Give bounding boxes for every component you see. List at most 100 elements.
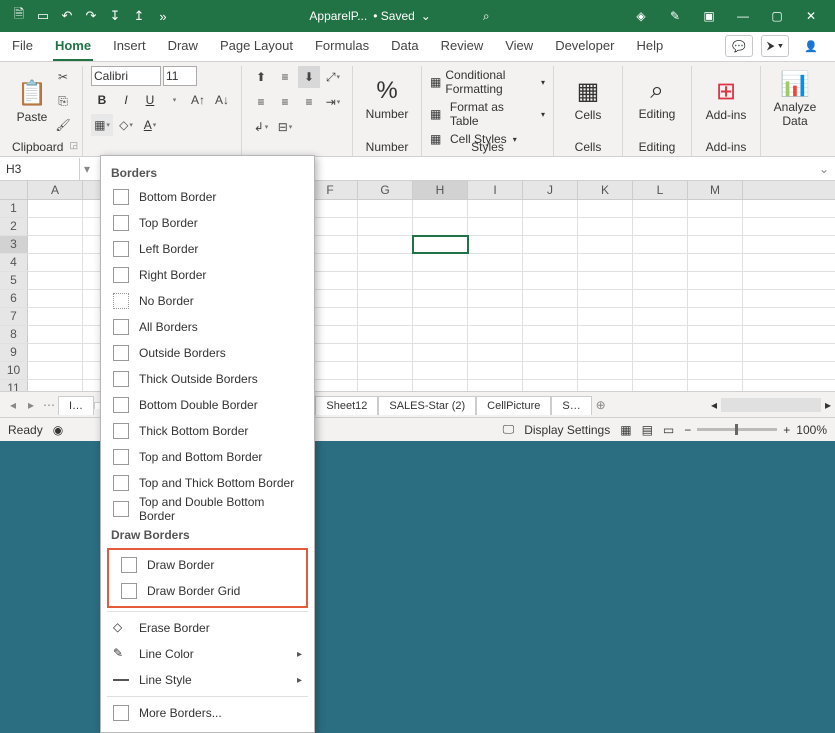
editing-button[interactable]: ⌕Editing: [631, 66, 683, 132]
search-icon[interactable]: ⌕: [483, 9, 490, 24]
merge-button[interactable]: ⊟: [274, 116, 296, 138]
cell[interactable]: [578, 254, 633, 271]
tab-insert[interactable]: Insert: [111, 33, 148, 61]
comments-button[interactable]: 💬: [725, 35, 753, 57]
border-item[interactable]: Thick Outside Borders: [101, 366, 314, 392]
cell[interactable]: [468, 308, 523, 325]
cell[interactable]: [633, 236, 688, 253]
cell[interactable]: [633, 308, 688, 325]
conditional-formatting-button[interactable]: ▦Conditional Formatting▾: [430, 68, 545, 96]
cell[interactable]: [413, 290, 468, 307]
name-box-dropdown-icon[interactable]: ▾: [80, 162, 94, 176]
tab-home[interactable]: Home: [53, 33, 93, 61]
cell[interactable]: [578, 236, 633, 253]
grow-font-button[interactable]: A↑: [187, 89, 209, 111]
cells-button[interactable]: ▦Cells: [562, 66, 614, 132]
tab-scroll-right[interactable]: ▸: [22, 398, 40, 412]
cell[interactable]: [28, 344, 83, 361]
indent-button[interactable]: ⇥: [322, 91, 344, 113]
cell[interactable]: [523, 308, 578, 325]
sheet-tab[interactable]: CellPicture: [476, 396, 551, 415]
cell[interactable]: [413, 236, 468, 253]
number-format-button[interactable]: % Number: [361, 66, 413, 132]
border-item[interactable]: No Border: [101, 288, 314, 314]
cell[interactable]: [578, 272, 633, 289]
cell[interactable]: [578, 380, 633, 391]
row-header[interactable]: 1: [0, 200, 28, 217]
new-sheet-button[interactable]: ⊕: [592, 398, 610, 412]
tab-view[interactable]: View: [503, 33, 535, 61]
cell[interactable]: [578, 290, 633, 307]
row-header[interactable]: 9: [0, 344, 28, 361]
cell[interactable]: [688, 218, 743, 235]
cell[interactable]: [358, 308, 413, 325]
cell[interactable]: [413, 218, 468, 235]
column-header[interactable]: L: [633, 181, 688, 199]
cell[interactable]: [358, 218, 413, 235]
cell[interactable]: [28, 308, 83, 325]
align-top-button[interactable]: ⬆: [250, 66, 272, 88]
cell[interactable]: [688, 254, 743, 271]
cell[interactable]: [578, 344, 633, 361]
border-item[interactable]: Left Border: [101, 236, 314, 262]
cell[interactable]: [688, 308, 743, 325]
draw-border-item[interactable]: Draw Border: [109, 552, 306, 578]
cell[interactable]: [523, 200, 578, 217]
align-bottom-button[interactable]: ⬇: [298, 66, 320, 88]
copy-button[interactable]: ⎘: [52, 90, 74, 112]
premium-icon[interactable]: ◈: [625, 2, 657, 30]
cell[interactable]: [688, 362, 743, 379]
cell[interactable]: [468, 254, 523, 271]
border-item[interactable]: Bottom Double Border: [101, 392, 314, 418]
line-style-item[interactable]: Line Style▸: [101, 667, 314, 693]
cell[interactable]: [358, 254, 413, 271]
row-header[interactable]: 4: [0, 254, 28, 271]
cell[interactable]: [578, 200, 633, 217]
tab-file[interactable]: File: [10, 33, 35, 61]
border-item[interactable]: Thick Bottom Border: [101, 418, 314, 444]
cell[interactable]: [578, 308, 633, 325]
format-as-table-button[interactable]: ▦Format as Table▾: [430, 100, 545, 128]
cell[interactable]: [358, 236, 413, 253]
row-header[interactable]: 5: [0, 272, 28, 289]
view-break-icon[interactable]: ▭: [663, 423, 674, 437]
cell[interactable]: [633, 218, 688, 235]
tab-help[interactable]: Help: [634, 33, 665, 61]
tab-draw[interactable]: Draw: [166, 33, 200, 61]
row-header[interactable]: 10: [0, 362, 28, 379]
cell[interactable]: [523, 218, 578, 235]
row-header[interactable]: 8: [0, 326, 28, 343]
column-header[interactable]: I: [468, 181, 523, 199]
more-borders-item[interactable]: More Borders...: [101, 700, 314, 726]
cell[interactable]: [578, 326, 633, 343]
tab-data[interactable]: Data: [389, 33, 420, 61]
tab-formulas[interactable]: Formulas: [313, 33, 371, 61]
align-middle-button[interactable]: ≡: [274, 66, 296, 88]
cell[interactable]: [578, 362, 633, 379]
underline-dropdown[interactable]: [163, 89, 185, 111]
save-state-dropdown[interactable]: ⌄: [421, 9, 431, 23]
border-item[interactable]: Top and Thick Bottom Border: [101, 470, 314, 496]
zoom-slider[interactable]: [697, 428, 777, 431]
qat-more-icon[interactable]: »: [152, 5, 174, 27]
draw-border-grid-item[interactable]: Draw Border Grid: [109, 578, 306, 604]
cell[interactable]: [358, 200, 413, 217]
cell[interactable]: [633, 362, 688, 379]
cell[interactable]: [468, 236, 523, 253]
cell[interactable]: [28, 272, 83, 289]
scroll-right-icon[interactable]: ▸: [825, 398, 831, 412]
font-name-combo[interactable]: [91, 66, 161, 86]
draw-mode-icon[interactable]: ✎: [659, 2, 691, 30]
cell[interactable]: [413, 254, 468, 271]
row-header[interactable]: 6: [0, 290, 28, 307]
cell[interactable]: [468, 326, 523, 343]
cell[interactable]: [523, 272, 578, 289]
cell[interactable]: [358, 380, 413, 391]
tab-list[interactable]: ⋯: [40, 398, 58, 412]
zoom-out-button[interactable]: −: [684, 423, 691, 437]
tab-review[interactable]: Review: [439, 33, 486, 61]
cell[interactable]: [413, 272, 468, 289]
cell[interactable]: [28, 236, 83, 253]
cell[interactable]: [358, 326, 413, 343]
display-settings-icon[interactable]: 🖵: [503, 422, 515, 437]
